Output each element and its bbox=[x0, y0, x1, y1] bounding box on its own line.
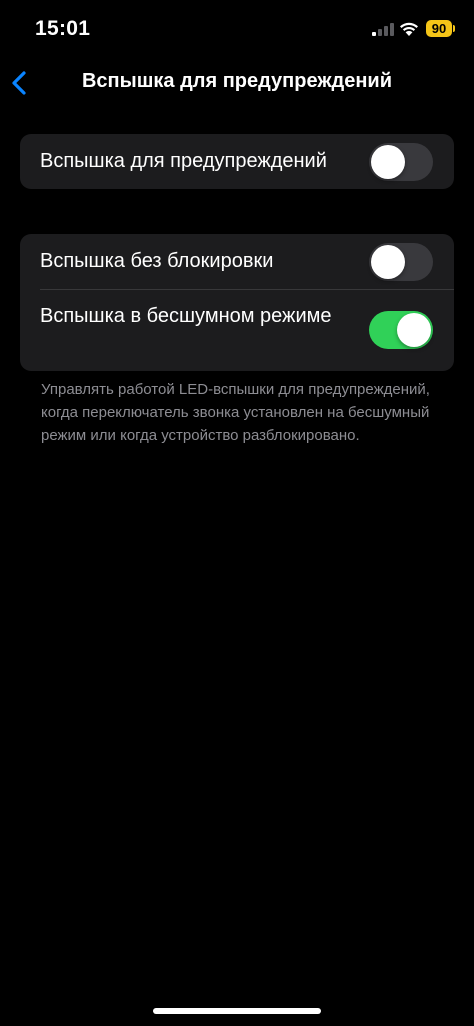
group-footer-text: Управлять работой LED-вспышки для предуп… bbox=[41, 381, 430, 444]
status-time: 15:01 bbox=[35, 17, 91, 40]
row-label-flash-alerts: Вспышка для предупреждений bbox=[40, 150, 327, 172]
settings-group-options: Вспышка без блокировки Вспышка в бесшумн… bbox=[20, 234, 454, 371]
settings-group-main: Вспышка для предупреждений bbox=[20, 134, 454, 189]
flash-unlocked-toggle[interactable] bbox=[369, 243, 433, 281]
flash-silent-toggle[interactable] bbox=[369, 311, 433, 349]
screen: 15:01 90 Вспышка для предупреждений Вспы… bbox=[0, 0, 474, 1026]
toggle-knob bbox=[397, 313, 431, 347]
toggle-knob bbox=[371, 145, 405, 179]
row-flash-silent: Вспышка в бесшумном режиме bbox=[20, 290, 454, 371]
cellular-signal-icon bbox=[372, 22, 394, 36]
page-title: Вспышка для предупреждений bbox=[81, 70, 393, 92]
battery-icon: 90 bbox=[426, 20, 452, 37]
home-indicator[interactable] bbox=[153, 1008, 321, 1014]
wifi-icon bbox=[400, 22, 418, 36]
row-label-flash-silent: Вспышка в бесшумном режиме bbox=[40, 305, 332, 327]
status-bar: 15:01 90 bbox=[0, 0, 474, 60]
row-flash-alerts: Вспышка для предупреждений bbox=[20, 134, 454, 189]
toggle-knob bbox=[371, 245, 405, 279]
battery-tip bbox=[453, 25, 455, 32]
row-flash-unlocked: Вспышка без блокировки bbox=[20, 234, 454, 289]
flash-alerts-toggle[interactable] bbox=[369, 143, 433, 181]
row-label-flash-unlocked: Вспышка без блокировки bbox=[40, 250, 274, 272]
